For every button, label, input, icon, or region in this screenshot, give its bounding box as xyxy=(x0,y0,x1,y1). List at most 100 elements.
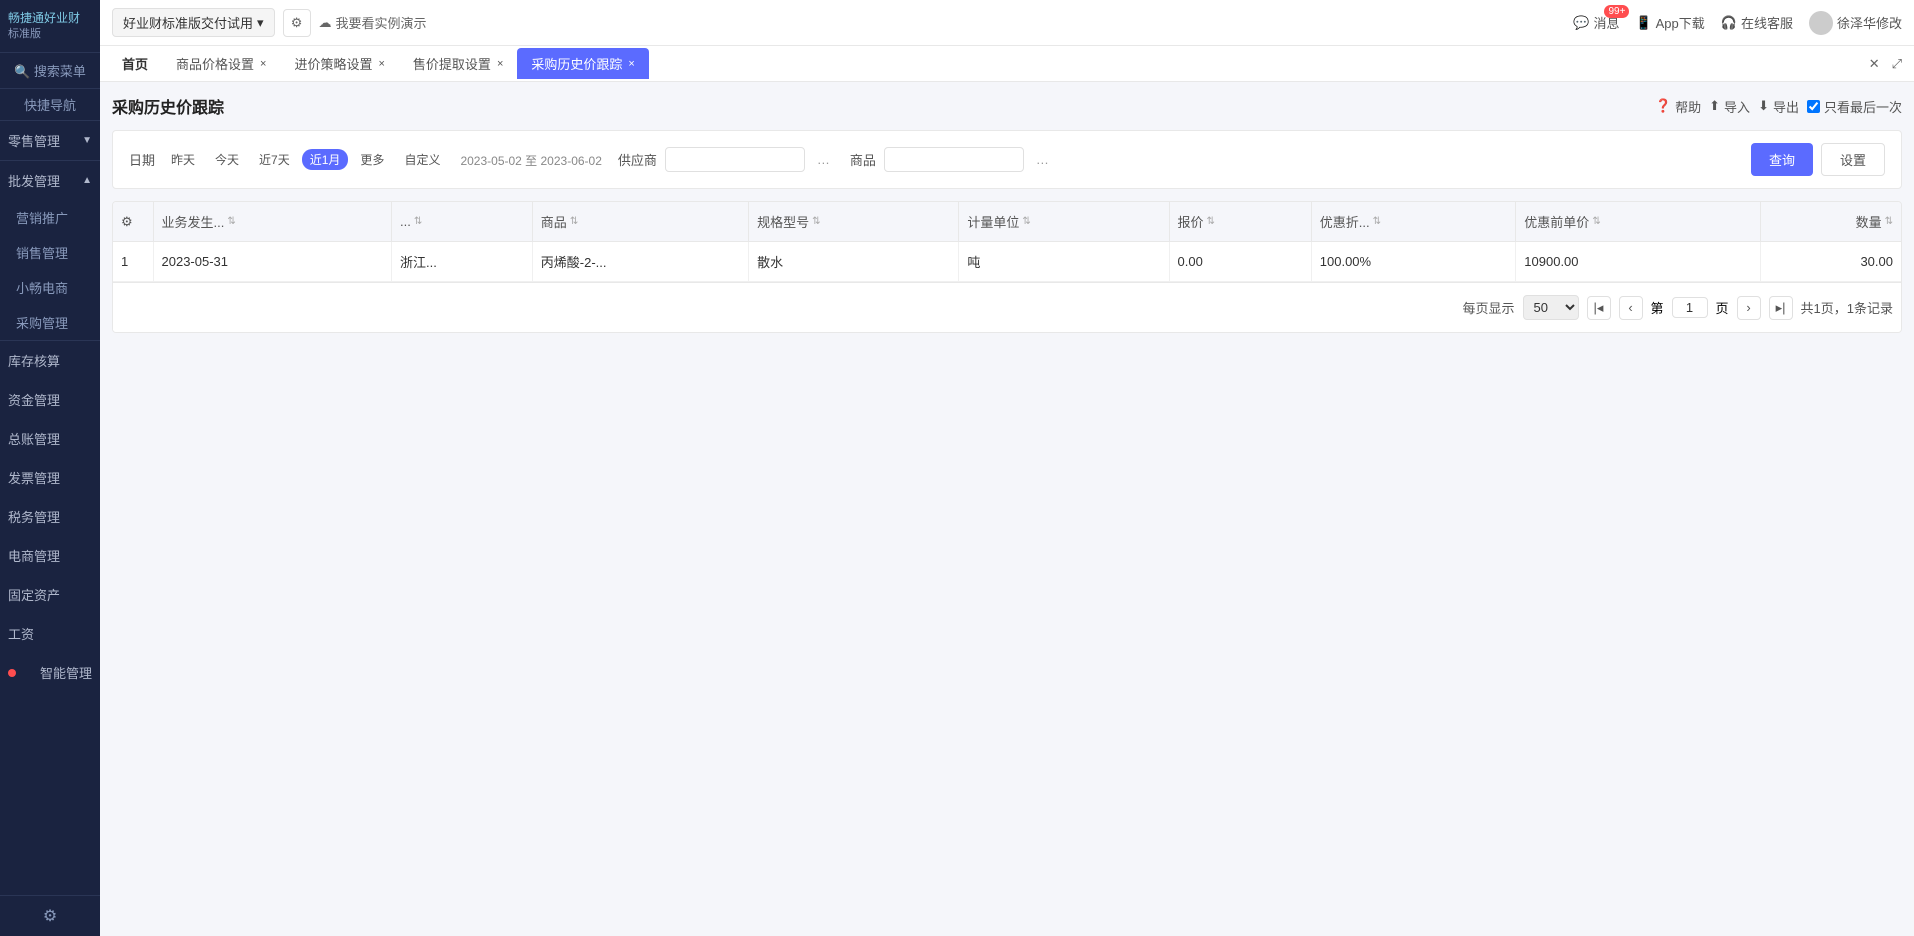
sidebar-accounting-label: 总账管理 xyxy=(8,429,60,448)
app-logo: 畅捷通好业财 标准版 xyxy=(0,0,100,53)
th-before-discount[interactable]: 优惠前单价 ⇅ xyxy=(1516,202,1760,242)
tabs-close-button[interactable]: ✕ xyxy=(1865,52,1884,76)
tabs-actions: ✕ ⤢ xyxy=(1865,52,1906,76)
th-quote[interactable]: 报价 ⇅ xyxy=(1169,202,1311,242)
tab-purchase-history[interactable]: 采购历史价跟踪 × xyxy=(517,48,648,79)
date-opt-1month[interactable]: 近1月 xyxy=(302,149,349,170)
page-header: 采购历史价跟踪 ❓ 帮助 ⬆ 导入 ⬇ 导出 只看最后一次 xyxy=(112,94,1902,118)
date-opt-today[interactable]: 今天 xyxy=(207,149,247,170)
sidebar-item-fixed-assets[interactable]: 固定资产 xyxy=(0,575,100,614)
th-more[interactable]: ... ⇅ xyxy=(392,202,533,242)
sidebar-item-sales[interactable]: 销售管理 xyxy=(0,235,100,270)
close-icon[interactable]: × xyxy=(628,58,634,70)
user-name: 徐泽华修改 xyxy=(1837,13,1902,32)
close-icon[interactable]: × xyxy=(260,58,266,70)
import-button[interactable]: ⬆ 导入 xyxy=(1709,97,1750,116)
th-quote-label: 报价 xyxy=(1178,212,1204,231)
demo-label: 我要看实例演示 xyxy=(336,13,427,32)
tab-price-setting[interactable]: 商品价格设置 × xyxy=(162,48,280,79)
sort-icon: ⇅ xyxy=(227,216,235,227)
only-last-checkbox[interactable] xyxy=(1807,100,1820,113)
cell-spec: 散水 xyxy=(749,242,959,282)
sidebar-item-capital[interactable]: 资金管理 xyxy=(0,380,100,419)
sidebar-item-marketing[interactable]: 营销推广 xyxy=(0,200,100,235)
date-opt-more[interactable]: 更多 xyxy=(352,149,392,170)
th-biz-date[interactable]: 业务发生... ⇅ xyxy=(153,202,392,242)
tabs-expand-button[interactable]: ⤢ xyxy=(1888,52,1906,76)
th-discount[interactable]: 优惠折... ⇅ xyxy=(1311,202,1516,242)
tab-purchase-history-label: 采购历史价跟踪 xyxy=(531,54,622,73)
date-opt-custom[interactable]: 自定义 xyxy=(396,149,448,170)
sidebar-item-ecommerce[interactable]: 电商管理 xyxy=(0,536,100,575)
tab-sale-price[interactable]: 售价提取设置 × xyxy=(399,48,517,79)
version-select[interactable]: 好业财标准版交付试用 ▾ xyxy=(112,8,275,37)
tab-purchase-strategy[interactable]: 进价策略设置 × xyxy=(280,48,398,79)
dropdown-icon: ▾ xyxy=(257,15,264,31)
sidebar-item-retail[interactable]: 零售管理 ▼ xyxy=(0,121,100,160)
th-more-label: ... xyxy=(400,214,411,229)
sidebar-item-wholesale[interactable]: 批发管理 ▲ xyxy=(0,161,100,200)
sidebar-item-smart[interactable]: 智能管理 xyxy=(0,653,100,692)
tabs-bar: 首页 商品价格设置 × 进价策略设置 × 售价提取设置 × 采购历史价跟踪 × … xyxy=(100,46,1914,82)
sidebar-purchase-label: 采购管理 xyxy=(16,316,68,331)
th-goods[interactable]: 商品 ⇅ xyxy=(532,202,748,242)
help-icon: ❓ xyxy=(1655,98,1671,114)
filter-settings-button[interactable]: 设置 xyxy=(1821,143,1885,176)
tab-home[interactable]: 首页 xyxy=(108,48,162,79)
goods-input[interactable] xyxy=(884,147,1024,172)
only-last-checkbox-group[interactable]: 只看最后一次 xyxy=(1807,97,1902,116)
sidebar-quick-nav-label: 快捷导航 xyxy=(24,98,76,113)
sidebar-item-search[interactable]: 🔍 搜索菜单 xyxy=(0,53,100,89)
sidebar-item-accounting[interactable]: 总账管理 xyxy=(0,419,100,458)
last-page-button[interactable]: ▸| xyxy=(1769,296,1793,320)
th-gear[interactable]: ⚙ xyxy=(113,202,153,242)
next-page-button[interactable]: › xyxy=(1737,296,1761,320)
date-opt-7days[interactable]: 近7天 xyxy=(251,149,298,170)
sidebar-item-inventory[interactable]: 库存核算 xyxy=(0,341,100,380)
prev-page-button[interactable]: ‹ xyxy=(1619,296,1643,320)
sidebar-item-salary[interactable]: 工资 xyxy=(0,614,100,653)
table-row[interactable]: 1 2023-05-31 浙江... 丙烯酸-2-... 散水 吨 0.00 1… xyxy=(113,242,1901,282)
topbar-settings-button[interactable]: ⚙ xyxy=(283,9,311,37)
th-quantity-label: 数量 xyxy=(1856,212,1882,231)
topbar-right: 💬 99+ 消息 📱 App下载 🎧 在线客服 徐泽华修改 xyxy=(1573,11,1902,35)
help-button[interactable]: ❓ 帮助 xyxy=(1655,97,1701,116)
sort-icon: ⇅ xyxy=(1022,216,1030,227)
supplier-more-button[interactable]: … xyxy=(813,152,834,167)
chevron-down-icon: ▼ xyxy=(82,135,92,146)
prev-page-icon: ‹ xyxy=(1628,300,1632,315)
query-button[interactable]: 查询 xyxy=(1751,143,1813,176)
user-info[interactable]: 徐泽华修改 xyxy=(1809,11,1902,35)
goods-filter-group: 商品 … xyxy=(850,147,1053,172)
sidebar-item-ecommerce-small[interactable]: 小畅电商 xyxy=(0,270,100,305)
online-service-button[interactable]: 🎧 在线客服 xyxy=(1721,13,1793,32)
demo-link[interactable]: ☁ 我要看实例演示 xyxy=(319,13,427,32)
message-icon: 💬 xyxy=(1573,15,1589,31)
topbar: 好业财标准版交付试用 ▾ ⚙ ☁ 我要看实例演示 💬 99+ 消息 📱 App下… xyxy=(100,0,1914,46)
goods-more-button[interactable]: … xyxy=(1032,152,1053,167)
th-unit[interactable]: 计量单位 ⇅ xyxy=(959,202,1169,242)
sidebar-bottom-settings[interactable]: ⚙ xyxy=(0,895,100,936)
supplier-input[interactable] xyxy=(665,147,805,172)
last-page-icon: ▸| xyxy=(1776,300,1786,316)
date-opt-yesterday[interactable]: 昨天 xyxy=(163,149,203,170)
app-download-button[interactable]: 📱 App下载 xyxy=(1635,13,1704,32)
sidebar-item-tax[interactable]: 税务管理 xyxy=(0,497,100,536)
first-page-button[interactable]: |◂ xyxy=(1587,296,1611,320)
th-biz-date-label: 业务发生... xyxy=(162,212,225,231)
th-quantity[interactable]: 数量 ⇅ xyxy=(1760,202,1901,242)
sidebar-item-invoice[interactable]: 发票管理 xyxy=(0,458,100,497)
page-number-input[interactable] xyxy=(1672,297,1708,318)
page-size-select[interactable]: 50 10 20 100 xyxy=(1523,295,1579,320)
sidebar-ecommerce-small-label: 小畅电商 xyxy=(16,281,68,296)
sidebar-item-purchase[interactable]: 采购管理 xyxy=(0,305,100,340)
th-spec[interactable]: 规格型号 ⇅ xyxy=(749,202,959,242)
sidebar-salary-label: 工资 xyxy=(8,624,34,643)
export-button[interactable]: ⬇ 导出 xyxy=(1758,97,1799,116)
close-icon[interactable]: × xyxy=(378,58,384,70)
message-button[interactable]: 💬 99+ 消息 xyxy=(1573,13,1619,32)
close-icon[interactable]: × xyxy=(497,58,503,70)
sidebar-item-quick-nav[interactable]: 快捷导航 xyxy=(0,89,100,121)
page-size-label: 每页显示 xyxy=(1462,298,1514,317)
cell-biz-date: 2023-05-31 xyxy=(153,242,392,282)
